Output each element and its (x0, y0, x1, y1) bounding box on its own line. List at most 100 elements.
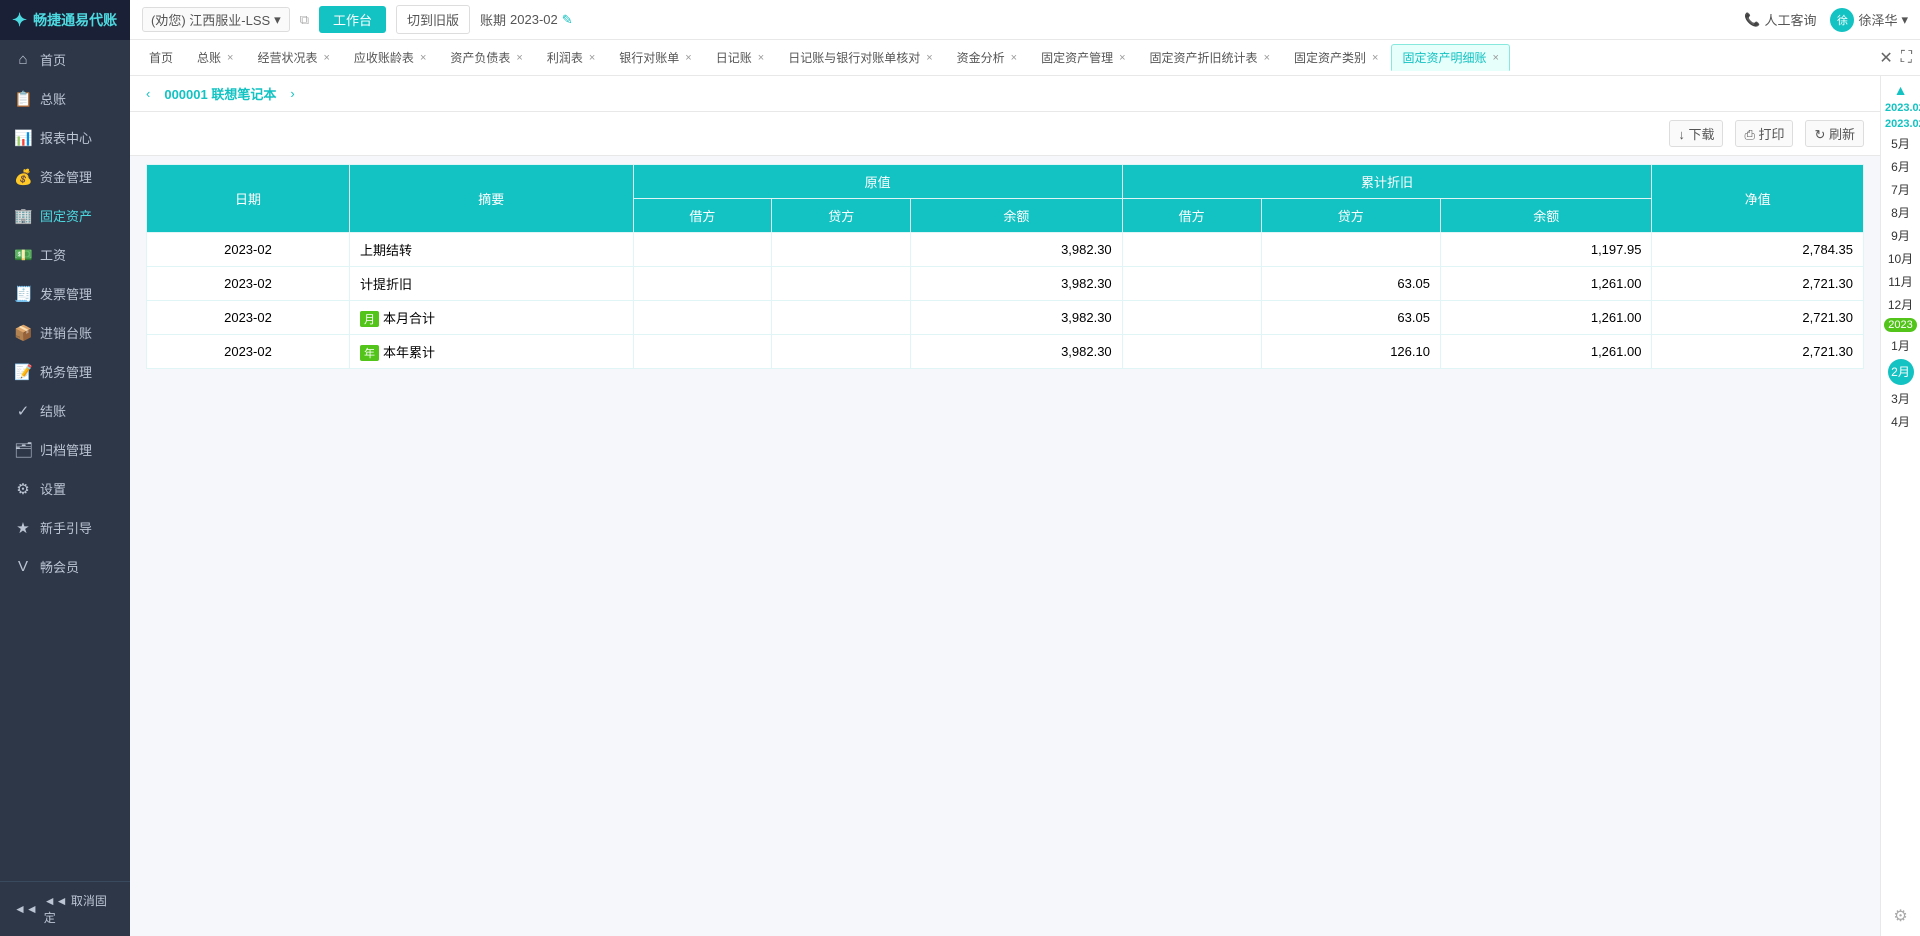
tab-close-10[interactable]: × (1119, 52, 1125, 64)
period-edit-icon[interactable]: ✎ (562, 12, 573, 28)
print-button[interactable]: ⎙ 打印 (1735, 120, 1793, 147)
tab-银行对账单[interactable]: 银行对账单× (608, 44, 702, 71)
nav-arrow-left[interactable]: ‹ (146, 86, 150, 101)
tab-maximize-icon[interactable]: ⛶ (1901, 49, 1912, 67)
col-header-desc: 摘要 (349, 165, 633, 233)
tab-close-8[interactable]: × (926, 52, 932, 64)
sidebar-label-4: 固定资产 (40, 206, 92, 225)
collapse-label: ◄◄ 取消固定 (44, 892, 116, 926)
sidebar-item-总账[interactable]: 📋总账 (0, 79, 130, 118)
right-panel-month-11[interactable]: 1月 (1881, 334, 1920, 357)
right-panel-year-badge[interactable]: 2023 (1884, 318, 1916, 332)
tab-close-3[interactable]: × (420, 52, 426, 64)
tab-close-all-icon[interactable]: ✕ (1879, 48, 1892, 68)
tab-close-11[interactable]: × (1264, 52, 1270, 64)
right-panel-month-5[interactable]: 8月 (1881, 201, 1920, 224)
tab-总账[interactable]: 总账 × (186, 44, 244, 71)
tab-日记账[interactable]: 日记账 × (705, 44, 775, 71)
tab-close-7[interactable]: × (758, 52, 764, 64)
right-panel-month-9[interactable]: 12月 (1881, 293, 1920, 316)
tab-固定资产管理[interactable]: 固定资产管理× (1030, 44, 1136, 71)
tab-close-5[interactable]: × (589, 52, 595, 64)
sidebar-footer-collapse[interactable]: ◄◄ ◄◄ 取消固定 (0, 881, 130, 936)
sidebar-nav: ⌂首页📋总账📊报表中心💰资金管理🏢固定资产💵工资🧾发票管理📦进销台账📝税务管理✓… (0, 40, 130, 881)
right-panel-month-13[interactable]: 3月 (1881, 387, 1920, 410)
refresh-button[interactable]: ↻ 刷新 (1805, 120, 1864, 147)
user-menu[interactable]: 徐 徐泽华 ▾ (1830, 8, 1908, 32)
sidebar-item-资金管理[interactable]: 💰资金管理 (0, 157, 130, 196)
tab-label-1: 总账 (197, 49, 221, 66)
tab-利润表[interactable]: 利润表× (536, 44, 606, 71)
user-dropdown-icon: ▾ (1901, 12, 1908, 28)
user-avatar: 徐 (1830, 8, 1854, 32)
right-panel-month-3[interactable]: 6月 (1881, 155, 1920, 178)
cell-net-0: 2,784.35 (1652, 233, 1864, 267)
cell-orig-debit-0 (633, 233, 772, 267)
company-name: (劝您) 江西服业-LSS (151, 10, 270, 29)
app-logo: ✦ 畅捷通易代账 (0, 0, 130, 40)
tab-资金分析[interactable]: 资金分析× (946, 44, 1028, 71)
tab-close-2[interactable]: × (323, 52, 329, 64)
workbench-button[interactable]: 工作台 (319, 6, 386, 33)
cell-date-0: 2023-02 (147, 233, 350, 267)
right-panel-month-4[interactable]: 7月 (1881, 178, 1920, 201)
tab-close-9[interactable]: × (1011, 52, 1017, 64)
sidebar-item-首页[interactable]: ⌂首页 (0, 40, 130, 79)
tab-label-12: 固定资产类别 (1294, 49, 1366, 66)
col-header-original: 原值 (633, 165, 1122, 199)
tab-close-1[interactable]: × (227, 52, 233, 64)
tab-label-7: 日记账 (716, 49, 752, 66)
sidebar-item-固定资产[interactable]: 🏢固定资产 (0, 196, 130, 235)
copy-icon[interactable]: ⧉ (300, 12, 309, 28)
cell-acc-balance-0: 1,197.95 (1440, 233, 1651, 267)
download-button[interactable]: ↓ 下载 (1669, 120, 1723, 147)
tab-label-4: 资产负债表 (450, 49, 510, 66)
right-panel-period-1[interactable]: 2023.02 (1881, 116, 1920, 132)
tab-日记账与银行对账单核对[interactable]: 日记账与银行对账单核对× (777, 44, 943, 71)
main-content: (劝您) 江西服业-LSS ▾ ⧉ 工作台 切到旧版 账期 2023-02 ✎ … (130, 0, 1920, 936)
right-panel-scroll-up[interactable]: ▲ (1894, 80, 1908, 100)
tab-首页[interactable]: 首页 (138, 44, 184, 71)
right-panel-month-2[interactable]: 5月 (1881, 132, 1920, 155)
sidebar-item-畅会员[interactable]: V畅会员 (0, 547, 130, 586)
tab-固定资产折旧统计表[interactable]: 固定资产折旧统计表× (1139, 44, 1281, 71)
sidebar-item-结账[interactable]: ✓结账 (0, 391, 130, 430)
sidebar-item-发票管理[interactable]: 🧾发票管理 (0, 274, 130, 313)
right-panel-period-0[interactable]: 2023.02 (1881, 100, 1920, 116)
tab-资产负债表[interactable]: 资产负债表 × (439, 44, 533, 71)
sidebar-item-工资[interactable]: 💵工资 (0, 235, 130, 274)
tab-经营状况表[interactable]: 经营状况表× (246, 44, 340, 71)
right-panel-month-6[interactable]: 9月 (1881, 224, 1920, 247)
sidebar-item-归档管理[interactable]: 🗂归档管理 (0, 430, 130, 469)
sidebar-icon-6: 🧾 (14, 285, 32, 303)
switch-button[interactable]: 切到旧版 (396, 5, 470, 34)
right-panel-month-8[interactable]: 11月 (1881, 270, 1920, 293)
right-panel-active-month[interactable]: 2月 (1888, 359, 1914, 385)
sidebar-item-新手引导[interactable]: ★新手引导 (0, 508, 130, 547)
table-row: 2023-02 上期结转 3,982.30 1,197.95 2,784.35 (147, 233, 1864, 267)
period-value: 2023-02 (510, 12, 558, 27)
sidebar-icon-13: V (14, 558, 32, 575)
service-label: 人工客询 (1764, 10, 1816, 29)
tab-固定资产明细账[interactable]: 固定资产明细账× (1391, 44, 1509, 71)
sidebar-item-进销台账[interactable]: 📦进销台账 (0, 313, 130, 352)
sidebar-item-报表中心[interactable]: 📊报表中心 (0, 118, 130, 157)
tabbar: 首页总账×经营状况表×应收账龄表×资产负债表×利润表×银行对账单×日记账×日记账… (130, 40, 1920, 76)
service-button[interactable]: 📞 人工客询 (1744, 10, 1816, 29)
breadcrumb-item[interactable]: 000001 联想笔记本 (158, 82, 282, 105)
tab-close-12[interactable]: × (1372, 52, 1378, 64)
tab-close-4[interactable]: × (516, 52, 522, 64)
tab-固定资产类别[interactable]: 固定资产类别 × (1283, 44, 1389, 71)
col-orig-debit: 借方 (633, 199, 772, 233)
tab-close-13[interactable]: × (1492, 52, 1498, 64)
nav-arrow-right[interactable]: › (290, 86, 294, 101)
right-panel-settings[interactable]: ⚙ (1893, 900, 1907, 932)
sidebar-item-税务管理[interactable]: 📝税务管理 (0, 352, 130, 391)
right-panel-month-14[interactable]: 4月 (1881, 410, 1920, 433)
tab-应收账龄表[interactable]: 应收账龄表× (343, 44, 437, 71)
tab-close-6[interactable]: × (685, 52, 691, 64)
company-selector[interactable]: (劝您) 江西服业-LSS ▾ (142, 7, 290, 32)
cell-orig-balance-3: 3,982.30 (911, 335, 1122, 369)
right-panel-month-7[interactable]: 10月 (1881, 247, 1920, 270)
sidebar-item-设置[interactable]: ⚙设置 (0, 469, 130, 508)
